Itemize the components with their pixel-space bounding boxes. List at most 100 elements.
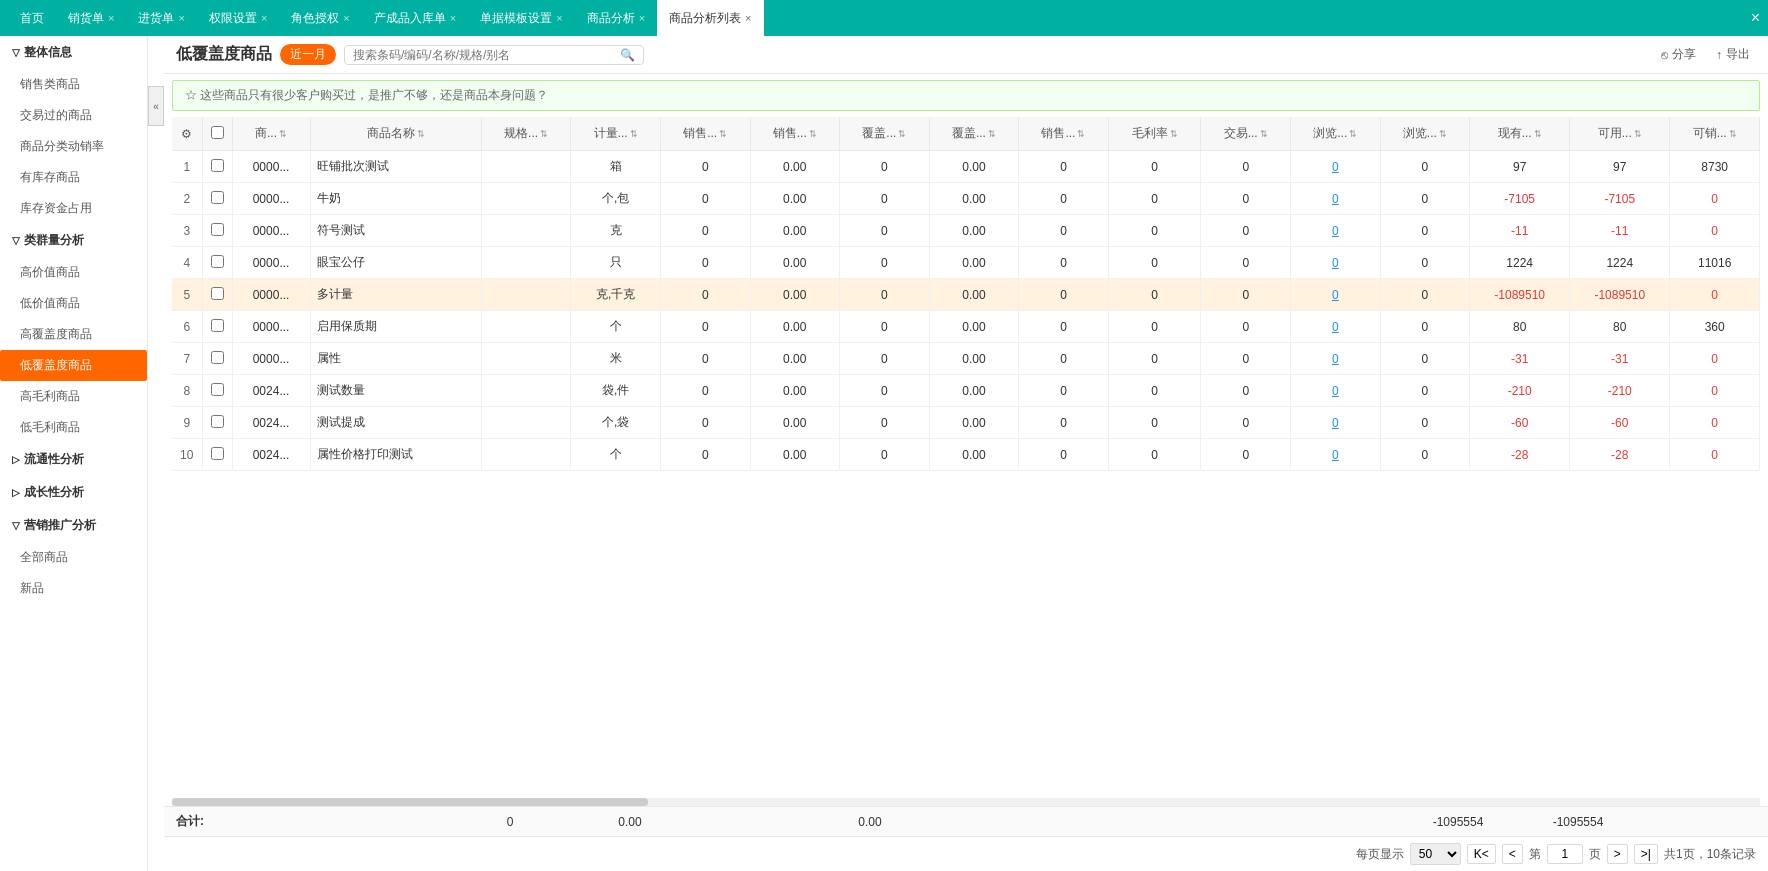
th-code[interactable]: 商...⇅ xyxy=(232,117,310,151)
row-coverage1: 0 xyxy=(840,151,930,183)
th-settings[interactable]: ⚙ xyxy=(172,117,202,151)
th-sales-qty[interactable]: 销售...⇅ xyxy=(660,117,750,151)
row-checkbox[interactable] xyxy=(202,183,232,215)
row-browse1[interactable]: 0 xyxy=(1291,375,1381,407)
row-browse1[interactable]: 0 xyxy=(1291,439,1381,471)
nav-permission-settings[interactable]: 权限设置 × xyxy=(197,0,279,36)
select-all-checkbox[interactable] xyxy=(211,126,224,139)
nav-purchase-order[interactable]: 进货单 × xyxy=(126,0,196,36)
row-checkbox[interactable] xyxy=(202,407,232,439)
sidebar-item-high-margin[interactable]: 高毛利商品 xyxy=(0,381,147,412)
row-browse1[interactable]: 0 xyxy=(1291,183,1381,215)
row-checkbox[interactable] xyxy=(202,151,232,183)
export-button[interactable]: ↑ 导出 xyxy=(1710,44,1756,65)
sidebar-group-liquidity[interactable]: ▷ 流通性分析 xyxy=(0,443,147,476)
last-page-button[interactable]: >| xyxy=(1634,844,1658,864)
nav-role-auth[interactable]: 角色授权 × xyxy=(279,0,361,36)
first-page-button[interactable]: K< xyxy=(1467,844,1496,864)
th-gross-margin[interactable]: 毛利率⇅ xyxy=(1108,117,1201,151)
scroll-thumb[interactable] xyxy=(172,798,648,806)
th-browse1[interactable]: 浏览...⇅ xyxy=(1291,117,1381,151)
nav-sales-order[interactable]: 销货单 × xyxy=(56,0,126,36)
sidebar-group-cluster[interactable]: ▽ 类群量分析 xyxy=(0,224,147,257)
search-icon[interactable]: 🔍 xyxy=(620,48,635,62)
row-usable-stock: -11 xyxy=(1570,215,1670,247)
row-checkbox[interactable] xyxy=(202,343,232,375)
table-row: 10 0024... 属性价格打印测试 个 0 0.00 0 0.00 0 0 … xyxy=(172,439,1760,471)
nav-product-analysis[interactable]: 商品分析 × xyxy=(575,0,657,36)
sidebar-group-marketing[interactable]: ▽ 营销推广分析 xyxy=(0,509,147,542)
row-coverage1: 0 xyxy=(840,247,930,279)
row-browse1[interactable]: 0 xyxy=(1291,407,1381,439)
sidebar-group-growth[interactable]: ▷ 成长性分析 xyxy=(0,476,147,509)
row-sales-count: 0 xyxy=(1019,183,1109,215)
next-page-button[interactable]: > xyxy=(1607,844,1628,864)
close-icon[interactable]: × xyxy=(108,12,114,24)
sidebar-item-high-value[interactable]: 高价值商品 xyxy=(0,257,147,288)
th-unit[interactable]: 计量...⇅ xyxy=(571,117,661,151)
th-saleable[interactable]: 可销...⇅ xyxy=(1670,117,1760,151)
row-browse1[interactable]: 0 xyxy=(1291,311,1381,343)
nav-template-settings[interactable]: 单据模板设置 × xyxy=(468,0,574,36)
row-checkbox[interactable] xyxy=(202,311,232,343)
close-icon[interactable]: × xyxy=(450,12,456,24)
nav-home[interactable]: 首页 xyxy=(8,0,56,36)
sidebar-item-low-coverage[interactable]: 低覆盖度商品 xyxy=(0,350,147,381)
th-sales-count[interactable]: 销售...⇅ xyxy=(1019,117,1109,151)
row-browse1[interactable]: 0 xyxy=(1291,343,1381,375)
sidebar-item-in-stock-products[interactable]: 有库存商品 xyxy=(0,162,147,193)
row-checkbox[interactable] xyxy=(202,215,232,247)
sidebar-item-sales-products[interactable]: 销售类商品 xyxy=(0,69,147,100)
row-checkbox[interactable] xyxy=(202,439,232,471)
sidebar-item-category-turnover[interactable]: 商品分类动销率 xyxy=(0,131,147,162)
row-checkbox[interactable] xyxy=(202,375,232,407)
close-icon[interactable]: × xyxy=(261,12,267,24)
time-filter-button[interactable]: 近一月 xyxy=(280,44,336,65)
th-browse2[interactable]: 浏览...⇅ xyxy=(1380,117,1470,151)
sidebar-item-traded-products[interactable]: 交易过的商品 xyxy=(0,100,147,131)
th-checkbox[interactable] xyxy=(202,117,232,151)
per-page-select[interactable]: 50 100 200 xyxy=(1410,843,1461,865)
nav-finished-goods[interactable]: 产成品入库单 × xyxy=(362,0,468,36)
footer-usable-stock: -1095554 xyxy=(1520,815,1636,829)
close-all-button[interactable]: × xyxy=(1751,9,1760,27)
close-icon[interactable]: × xyxy=(343,12,349,24)
row-name: 测试数量 xyxy=(310,375,481,407)
row-checkbox[interactable] xyxy=(202,247,232,279)
row-coverage2: 0.00 xyxy=(929,311,1019,343)
footer-current-stock: -1095554 xyxy=(1400,815,1516,829)
table-container[interactable]: ⚙ 商...⇅ 商品名称⇅ 规格...⇅ 计量...⇅ 销售...⇅ 销售...… xyxy=(164,117,1768,798)
th-trade[interactable]: 交易...⇅ xyxy=(1201,117,1291,151)
th-sales-amt[interactable]: 销售...⇅ xyxy=(750,117,840,151)
close-icon[interactable]: × xyxy=(639,12,645,24)
search-input[interactable] xyxy=(353,48,620,62)
sidebar-item-low-value[interactable]: 低价值商品 xyxy=(0,288,147,319)
sidebar-item-all-products[interactable]: 全部商品 xyxy=(0,542,147,573)
sidebar-collapse-button[interactable]: « xyxy=(148,86,164,126)
share-button[interactable]: ⎋ 分享 xyxy=(1655,44,1702,65)
sidebar-group-overall[interactable]: ▽ 整体信息 xyxy=(0,36,147,69)
row-checkbox[interactable] xyxy=(202,279,232,311)
th-current-stock[interactable]: 现有...⇅ xyxy=(1470,117,1570,151)
sidebar-item-new-products[interactable]: 新品 xyxy=(0,573,147,604)
close-icon[interactable]: × xyxy=(178,12,184,24)
row-browse1[interactable]: 0 xyxy=(1291,215,1381,247)
sidebar-item-stock-funds[interactable]: 库存资金占用 xyxy=(0,193,147,224)
row-browse1[interactable]: 0 xyxy=(1291,279,1381,311)
th-coverage2[interactable]: 覆盖...⇅ xyxy=(929,117,1019,151)
th-spec[interactable]: 规格...⇅ xyxy=(481,117,571,151)
row-browse1[interactable]: 0 xyxy=(1291,247,1381,279)
th-usable-stock[interactable]: 可用...⇅ xyxy=(1570,117,1670,151)
sidebar-item-high-coverage[interactable]: 高覆盖度商品 xyxy=(0,319,147,350)
row-browse1[interactable]: 0 xyxy=(1291,151,1381,183)
th-coverage1[interactable]: 覆盖...⇅ xyxy=(840,117,930,151)
row-coverage1: 0 xyxy=(840,439,930,471)
close-icon[interactable]: × xyxy=(745,12,751,24)
close-icon[interactable]: × xyxy=(556,12,562,24)
nav-product-analysis-list[interactable]: 商品分析列表 × xyxy=(657,0,763,36)
horizontal-scrollbar[interactable] xyxy=(172,798,1760,806)
sidebar-item-low-margin[interactable]: 低毛利商品 xyxy=(0,412,147,443)
page-number-input[interactable] xyxy=(1547,844,1583,864)
th-name[interactable]: 商品名称⇅ xyxy=(310,117,481,151)
prev-page-button[interactable]: < xyxy=(1502,844,1523,864)
